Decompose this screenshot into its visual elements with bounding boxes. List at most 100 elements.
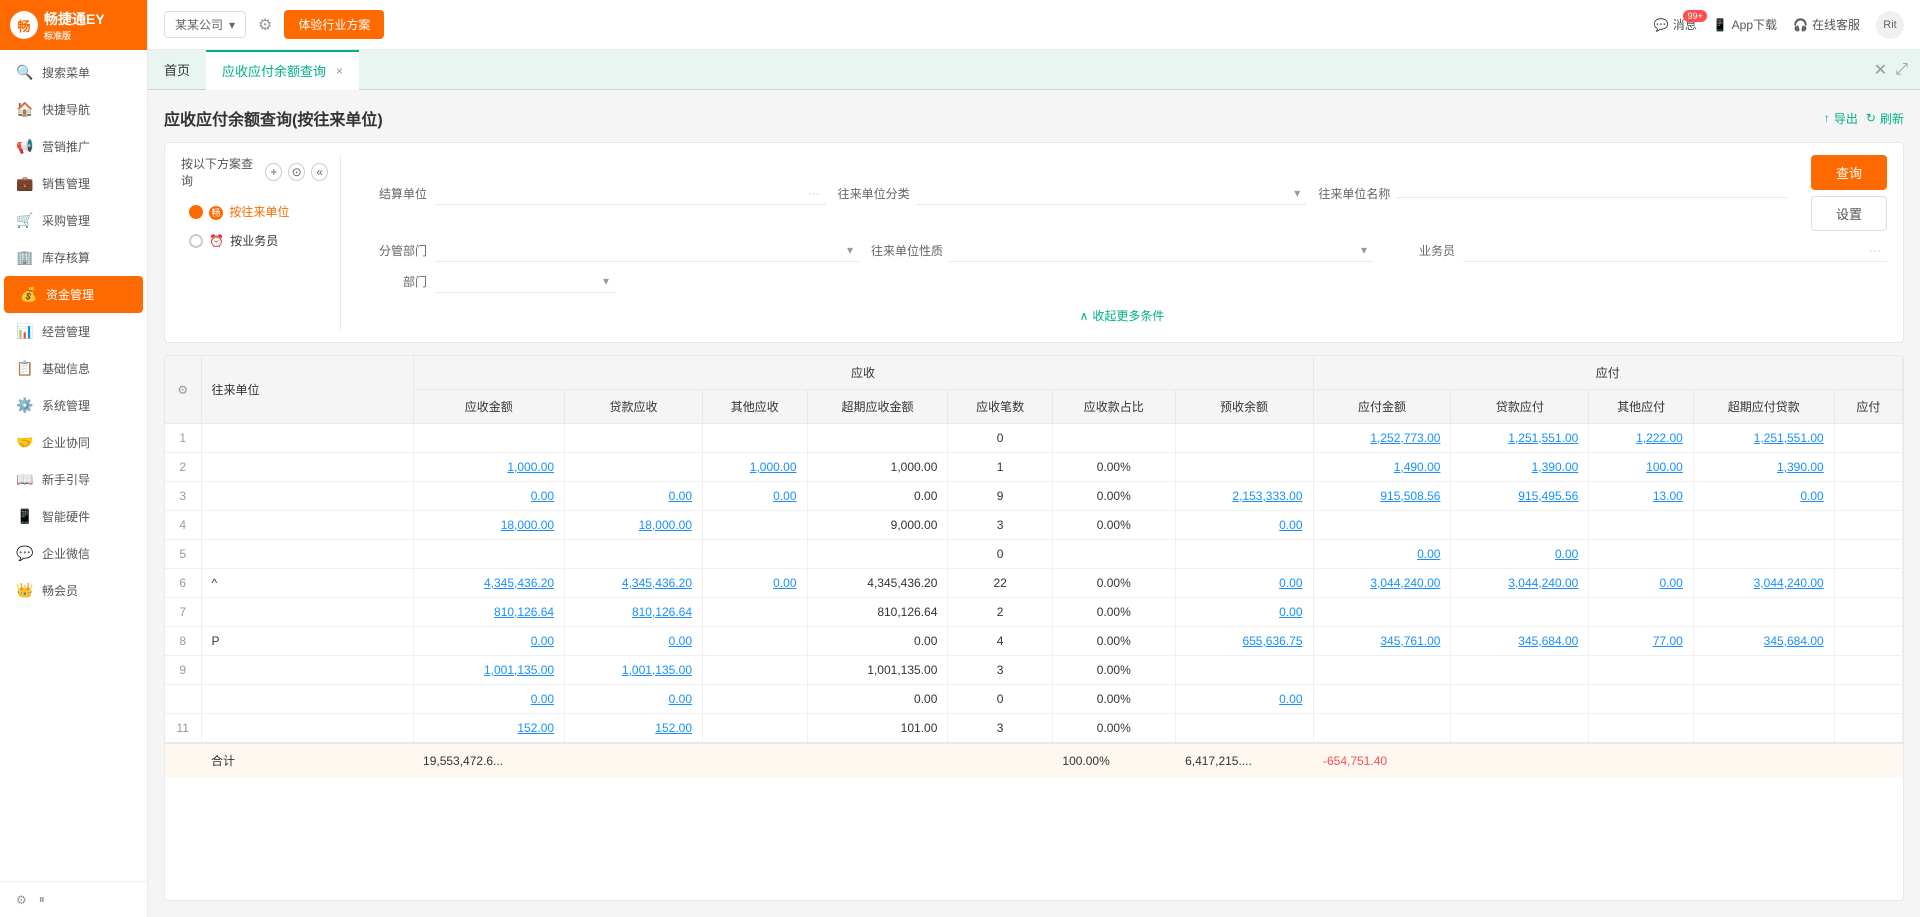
th-recv-ratio: 应收款占比 xyxy=(1052,390,1175,424)
cell-loan_pay[interactable]: 3,044,240.00 xyxy=(1451,569,1589,598)
cell-overdue_pay[interactable]: 1,390.00 xyxy=(1693,453,1834,482)
cell-other_pay[interactable]: 1,222.00 xyxy=(1589,424,1694,453)
close-window-icon[interactable]: ✕ xyxy=(1874,60,1887,80)
tab-query[interactable]: 应收应付余额查询 × xyxy=(206,50,359,90)
cell-recv_amount[interactable]: 0.00 xyxy=(413,482,565,511)
cell-loan_recv[interactable]: 18,000.00 xyxy=(565,511,703,540)
sidebar-item-operation[interactable]: 📊 经营管理 xyxy=(0,313,147,350)
cell-recv_amount[interactable]: 0.00 xyxy=(413,685,565,714)
collapse-scheme-button[interactable]: « xyxy=(311,163,328,181)
filter-option-by-staff[interactable]: ⏰ 按业务员 xyxy=(181,226,328,255)
sidebar-item-marketing[interactable]: 📢 营销推广 xyxy=(0,128,147,165)
cell-loan_pay[interactable]: 1,390.00 xyxy=(1451,453,1589,482)
table-settings-icon[interactable]: ⚙ xyxy=(177,383,188,397)
cell-recv_amount[interactable]: 1,000.00 xyxy=(413,453,565,482)
sidebar-item-purchase[interactable]: 🛒 采购管理 xyxy=(0,202,147,239)
settlement-input[interactable]: ··· xyxy=(435,182,826,205)
company-selector[interactable]: 某某公司 ▾ xyxy=(164,11,246,38)
sidebar-item-member[interactable]: 👑 畅会员 xyxy=(0,572,147,609)
sidebar-item-search[interactable]: 🔍 搜索菜单 xyxy=(0,54,147,91)
salesman-input[interactable]: ··· xyxy=(1463,239,1887,262)
settings-icon[interactable]: ⚙ xyxy=(258,15,272,35)
sidebar-item-enterprise[interactable]: 🤝 企业协同 xyxy=(0,424,147,461)
cell-loan_recv[interactable]: 0.00 xyxy=(565,685,703,714)
tab-close-icon[interactable]: × xyxy=(336,64,343,78)
sidebar-item-wechat[interactable]: 💬 企业微信 xyxy=(0,535,147,572)
sidebar-item-basic[interactable]: 📋 基础信息 xyxy=(0,350,147,387)
cell-recv_amount[interactable]: 18,000.00 xyxy=(413,511,565,540)
settings-footer-icon[interactable]: ⚙ xyxy=(16,893,27,907)
cell-prepay_balance[interactable]: 655,636.75 xyxy=(1175,627,1313,656)
cell-loan_pay[interactable]: 345,684.00 xyxy=(1451,627,1589,656)
add-scheme-button[interactable]: + xyxy=(265,163,282,181)
cell-loan_recv[interactable]: 152.00 xyxy=(565,714,703,744)
cell-prepay_balance[interactable]: 0.00 xyxy=(1175,598,1313,627)
cell-recv_amount[interactable]: 0.00 xyxy=(413,627,565,656)
cell-prepay_balance[interactable]: 0.00 xyxy=(1175,685,1313,714)
cell-loan_recv[interactable]: 0.00 xyxy=(565,482,703,511)
online-service-button[interactable]: 🎧 在线客服 xyxy=(1793,16,1860,33)
collapse-button[interactable]: ∧ 收起更多条件 xyxy=(357,301,1887,330)
cell-recv_ratio: 0.00% xyxy=(1052,714,1175,744)
cell-loan_recv[interactable]: 1,001,135.00 xyxy=(565,656,703,685)
cell-loan_recv[interactable]: 810,126.64 xyxy=(565,598,703,627)
user-avatar[interactable]: Rit xyxy=(1876,11,1904,39)
dept-manager-input[interactable]: ▾ xyxy=(435,239,859,262)
cell-loan_pay[interactable]: 915,495.56 xyxy=(1451,482,1589,511)
setting-button[interactable]: 设置 xyxy=(1811,196,1887,231)
partner-nature-input[interactable]: ▾ xyxy=(949,239,1373,262)
refresh-button[interactable]: ↻ 刷新 xyxy=(1866,110,1904,127)
cell-other_pay[interactable]: 100.00 xyxy=(1589,453,1694,482)
dept-input[interactable]: ▾ xyxy=(435,270,615,293)
cell-pay_amount[interactable]: 345,761.00 xyxy=(1313,627,1451,656)
footer-recv-amount[interactable]: 19,553,472.6... xyxy=(413,743,565,777)
cell-overdue_pay[interactable]: 0.00 xyxy=(1693,482,1834,511)
cell-prepay_balance[interactable]: 2,153,333.00 xyxy=(1175,482,1313,511)
cell-other_pay[interactable]: 0.00 xyxy=(1589,569,1694,598)
cell-other_pay[interactable]: 13.00 xyxy=(1589,482,1694,511)
cell-other_recv[interactable]: 0.00 xyxy=(703,569,808,598)
sidebar-item-finance[interactable]: 💰 资金管理 xyxy=(4,276,143,313)
cell-loan_recv[interactable]: 0.00 xyxy=(565,627,703,656)
cell-recv_amount[interactable]: 152.00 xyxy=(413,714,565,744)
sidebar-item-hardware[interactable]: 📱 智能硬件 xyxy=(0,498,147,535)
cell-pay_amount[interactable]: 0.00 xyxy=(1313,540,1451,569)
cell-recv_amount[interactable]: 810,126.64 xyxy=(413,598,565,627)
partner-name-input[interactable] xyxy=(1396,189,1787,198)
collapse-footer-icon[interactable]: ⏸ xyxy=(39,892,45,907)
cell-pay_amount[interactable]: 3,044,240.00 xyxy=(1313,569,1451,598)
cell-overdue_pay[interactable]: 345,684.00 xyxy=(1693,627,1834,656)
cell-other_pay[interactable]: 77.00 xyxy=(1589,627,1694,656)
cell-other_recv[interactable]: 1,000.00 xyxy=(703,453,808,482)
cell-overdue_pay[interactable]: 1,251,551.00 xyxy=(1693,424,1834,453)
cell-overdue_pay[interactable]: 3,044,240.00 xyxy=(1693,569,1834,598)
query-button[interactable]: 查询 xyxy=(1811,155,1887,190)
sidebar-item-quick[interactable]: 🏠 快捷导航 xyxy=(0,91,147,128)
export-button[interactable]: ↑ 导出 xyxy=(1824,110,1858,127)
cell-pay_col xyxy=(1834,453,1902,482)
cell-pay_amount[interactable]: 915,508.56 xyxy=(1313,482,1451,511)
filter-option-by-partner[interactable]: 畅 按往来单位 xyxy=(181,197,328,226)
cell-recv_amount[interactable]: 4,345,436.20 xyxy=(413,569,565,598)
cell-loan_recv[interactable]: 4,345,436.20 xyxy=(565,569,703,598)
maximize-icon[interactable]: ⤢ xyxy=(1895,61,1908,79)
cell-loan_pay[interactable]: 0.00 xyxy=(1451,540,1589,569)
sidebar-item-sales[interactable]: 💼 销售管理 xyxy=(0,165,147,202)
sidebar-item-system[interactable]: ⚙️ 系统管理 xyxy=(0,387,147,424)
promo-button[interactable]: 体验行业方案 xyxy=(284,10,384,39)
cell-pay_amount[interactable]: 1,490.00 xyxy=(1313,453,1451,482)
cell-pay_amount[interactable]: 1,252,773.00 xyxy=(1313,424,1451,453)
settings-scheme-button[interactable]: ⊙ xyxy=(288,163,305,181)
tab-home[interactable]: 首页 xyxy=(148,50,206,90)
cell-loan_recv xyxy=(565,453,703,482)
sidebar-item-guide[interactable]: 📖 新手引导 xyxy=(0,461,147,498)
cell-prepay_balance[interactable]: 0.00 xyxy=(1175,569,1313,598)
cell-prepay_balance[interactable]: 0.00 xyxy=(1175,511,1313,540)
sidebar-item-inventory[interactable]: 🏢 库存核算 xyxy=(0,239,147,276)
messages-button[interactable]: 💬 消息 99+ xyxy=(1654,16,1697,33)
cell-loan_pay[interactable]: 1,251,551.00 xyxy=(1451,424,1589,453)
app-download-button[interactable]: 📱 App下载 xyxy=(1713,16,1777,33)
cell-recv_amount[interactable]: 1,001,135.00 xyxy=(413,656,565,685)
partner-category-input[interactable]: ▾ xyxy=(916,182,1307,205)
cell-other_recv[interactable]: 0.00 xyxy=(703,482,808,511)
